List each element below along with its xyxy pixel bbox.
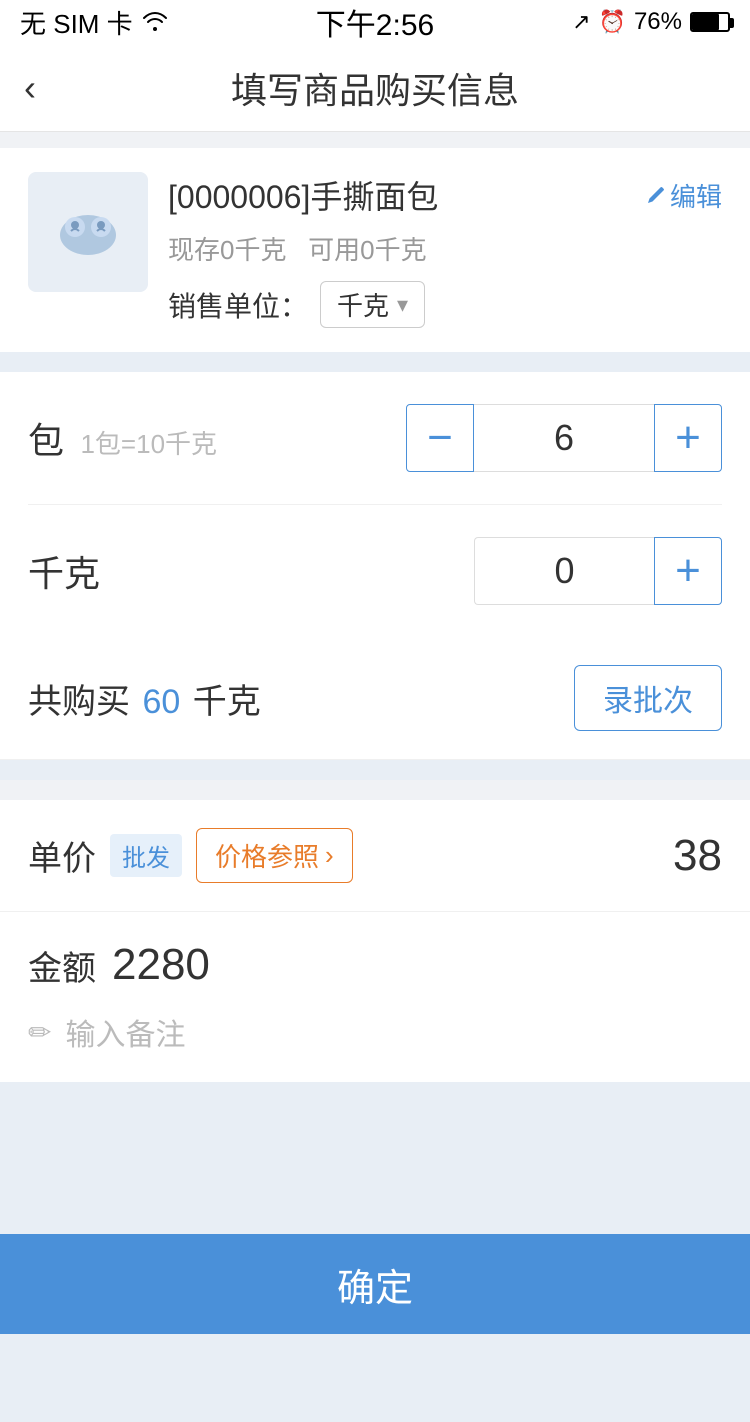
edit-button[interactable]: 编辑 [646,177,722,214]
unit-select[interactable]: 千克 ▾ [320,281,425,328]
quantity-input-bao[interactable] [474,404,654,472]
amount-section: 金额 2280 ✏ 输入备注 [0,912,750,1082]
quantity-row-kg: 千克 + [28,505,722,637]
price-section: 单价 批发 价格参照 › 38 [0,800,750,912]
pencil-icon: ✏ [28,1016,51,1049]
product-card: [0000006]手撕面包 编辑 现存0千克 可用0千克 销售单位： 千克 ▾ [0,148,750,352]
batch-tag: 批发 [110,834,182,877]
remark-row[interactable]: ✏ 输入备注 [28,1010,722,1054]
status-right: ↗ ⏰ 76% [572,8,730,36]
price-value: 38 [673,831,722,881]
amount-row: 金额 2280 [28,940,722,990]
quantity-controls-kg: + [474,537,722,605]
time-label: 下午2:56 [316,0,434,44]
chevron-right-icon: › [325,840,334,871]
battery-label: 76% [634,8,682,36]
increment-kg-button[interactable]: + [654,537,722,605]
amount-label: 金额 [28,941,96,990]
product-info: [0000006]手撕面包 编辑 现存0千克 可用0千克 销售单位： 千克 ▾ [168,172,722,328]
product-thumbnail [28,172,148,292]
remark-placeholder: 输入备注 [65,1010,185,1054]
status-bar: 无 SIM 卡 下午2:56 ↗ ⏰ 76% [0,0,750,44]
total-text: 共购买 60 千克 [28,674,261,723]
total-row: 共购买 60 千克 录批次 [0,637,750,760]
edit-label: 编辑 [670,177,722,214]
alarm-icon: ⏰ [599,9,626,35]
batch-button[interactable]: 录批次 [574,665,722,731]
status-left: 无 SIM 卡 [20,4,169,41]
quantity-section: 包 1包=10千克 − + 千克 + [0,372,750,637]
product-name: [0000006]手撕面包 [168,172,438,218]
price-label: 单价 [28,831,96,880]
price-ref-button[interactable]: 价格参照 › [196,828,353,883]
quantity-controls-bao: − + [406,404,722,472]
dropdown-icon: ▾ [397,292,408,318]
nav-bar: ‹ 填写商品购买信息 [0,44,750,132]
quantity-input-kg[interactable] [474,537,654,605]
increment-bao-button[interactable]: + [654,404,722,472]
confirm-button[interactable]: 确定 [0,1234,750,1334]
page-title: 填写商品购买信息 [231,62,519,114]
quantity-row-bao: 包 1包=10千克 − + [28,372,722,505]
carrier-label: 无 SIM 卡 [20,4,133,41]
quantity-label-bao: 包 1包=10千克 [28,412,217,464]
decrement-bao-button[interactable]: − [406,404,474,472]
unit-value: 千克 [337,286,389,323]
back-button[interactable]: ‹ [24,67,36,109]
product-stock: 现存0千克 可用0千克 [168,230,722,267]
price-left: 单价 批发 价格参照 › [28,828,353,883]
price-row: 单价 批发 价格参照 › 38 [28,828,722,883]
battery-icon [690,12,730,32]
location-icon: ↗ [572,9,590,35]
section-divider-1 [0,352,750,372]
product-unit-row: 销售单位： 千克 ▾ [168,281,722,328]
wifi-icon [141,7,169,38]
section-divider-2 [0,760,750,780]
unit-label: 销售单位： [168,285,308,325]
quantity-label-kg: 千克 [28,545,100,597]
amount-value: 2280 [112,940,210,990]
